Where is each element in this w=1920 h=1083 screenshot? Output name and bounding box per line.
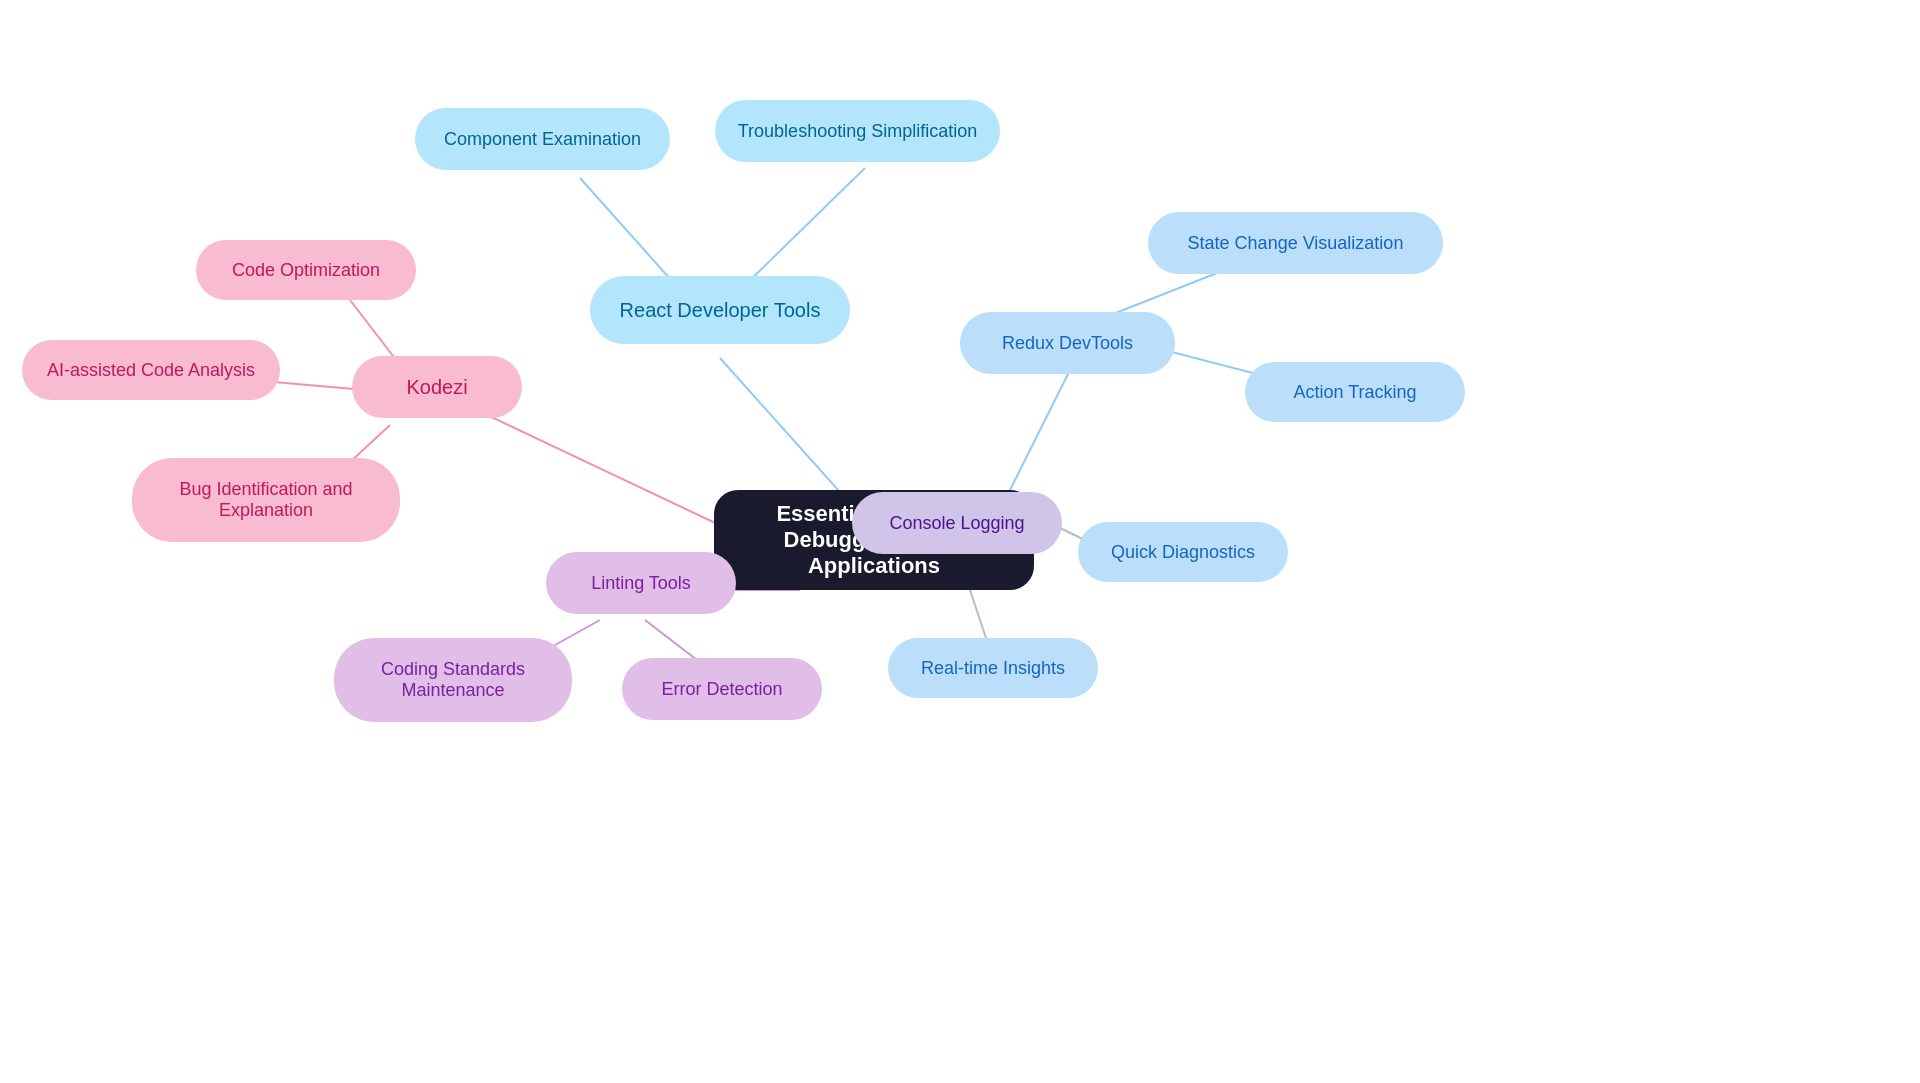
react-dev-tools-label: React Developer Tools — [620, 299, 821, 322]
coding-standards-node: Coding Standards Maintenance — [334, 638, 572, 722]
redux-devtools-label: Redux DevTools — [1002, 333, 1133, 354]
console-logging-label: Console Logging — [889, 513, 1024, 534]
redux-devtools-node: Redux DevTools — [960, 312, 1175, 374]
react-dev-tools-node: React Developer Tools — [590, 276, 850, 344]
code-optimization-node: Code Optimization — [196, 240, 416, 300]
quick-diagnostics-label: Quick Diagnostics — [1111, 542, 1255, 563]
linting-tools-node: Linting Tools — [546, 552, 736, 614]
svg-line-2 — [740, 168, 865, 290]
ai-code-analysis-label: AI-assisted Code Analysis — [47, 360, 255, 381]
ai-code-analysis-node: AI-assisted Code Analysis — [22, 340, 280, 400]
bug-identification-node: Bug Identification and Explanation — [132, 458, 400, 542]
console-logging-node: Console Logging — [852, 492, 1062, 554]
troubleshooting-node: Troubleshooting Simplification — [715, 100, 1000, 162]
coding-standards-label: Coding Standards Maintenance — [356, 659, 550, 701]
action-tracking-node: Action Tracking — [1245, 362, 1465, 422]
svg-line-1 — [580, 178, 680, 290]
svg-line-3 — [1000, 350, 1080, 510]
kodezi-node: Kodezi — [352, 356, 522, 418]
error-detection-label: Error Detection — [661, 679, 782, 700]
realtime-insights-node: Real-time Insights — [888, 638, 1098, 698]
component-examination-label: Component Examination — [444, 129, 641, 150]
action-tracking-label: Action Tracking — [1293, 382, 1416, 403]
component-examination-node: Component Examination — [415, 108, 670, 170]
linting-tools-label: Linting Tools — [591, 573, 691, 594]
realtime-insights-label: Real-time Insights — [921, 658, 1065, 679]
kodezi-label: Kodezi — [406, 376, 467, 399]
error-detection-node: Error Detection — [622, 658, 822, 720]
code-optimization-label: Code Optimization — [232, 260, 380, 281]
state-change-node: State Change Visualization — [1148, 212, 1443, 274]
state-change-label: State Change Visualization — [1188, 233, 1404, 254]
bug-identification-label: Bug Identification and Explanation — [154, 479, 378, 521]
quick-diagnostics-node: Quick Diagnostics — [1078, 522, 1288, 582]
troubleshooting-label: Troubleshooting Simplification — [738, 121, 977, 142]
